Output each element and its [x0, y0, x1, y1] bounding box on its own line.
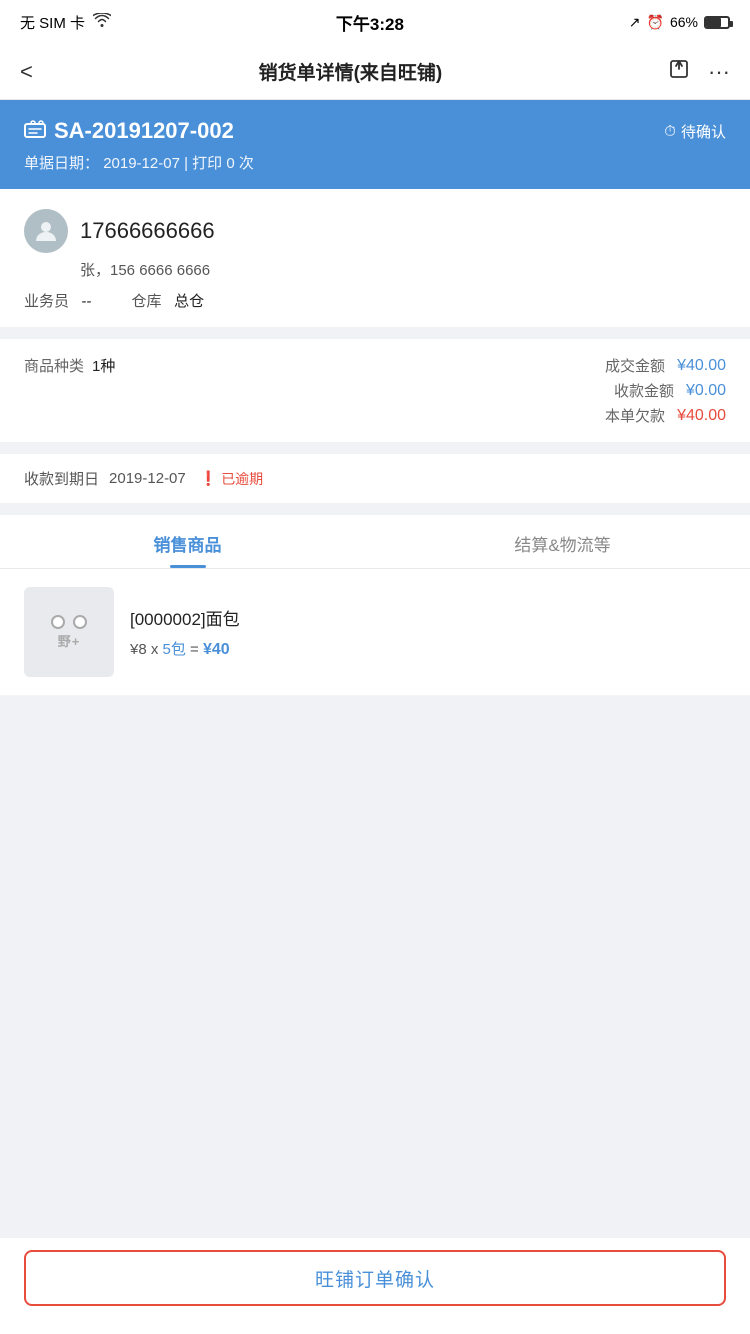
debt-label: 本单欠款: [605, 405, 665, 426]
products-list: 野+ [0000002]面包 ¥8 x 5包 = ¥40: [0, 569, 750, 696]
product-logo: 野+: [39, 607, 99, 657]
confirm-order-button[interactable]: 旺铺订单确认: [24, 1250, 726, 1306]
summary-card: 商品种类 1种 成交金额 ¥40.00 收款金额 ¥0.00 本单欠款 ¥40.…: [0, 339, 750, 442]
share-button[interactable]: [668, 58, 690, 86]
due-date-card: 收款到期日 2019-12-07 ❗ 已逾期: [0, 454, 750, 503]
clock-icon: ⏱: [664, 123, 676, 140]
received-row: 收款金额 ¥0.00: [614, 380, 726, 401]
summary-amounts: 成交金额 ¥40.00 收款金额 ¥0.00 本单欠款 ¥40.00: [605, 355, 726, 426]
logo-text: 野+: [58, 631, 81, 650]
due-label: 收款到期日: [24, 468, 99, 489]
bottom-bar: 旺铺订单确认: [0, 1238, 750, 1334]
avatar: [24, 209, 68, 253]
tab-settlement[interactable]: 结算&物流等: [375, 515, 750, 568]
customer-phone-row: 17666666666: [24, 209, 726, 253]
date-label: 单据日期：: [24, 155, 99, 172]
battery-icon: [704, 16, 730, 29]
amount-value: ¥40.00: [677, 357, 726, 375]
customer-phone: 17666666666: [80, 218, 215, 244]
tab-products[interactable]: 销售商品: [0, 515, 375, 568]
status-time: 下午3:28: [336, 10, 404, 35]
nav-actions: ···: [668, 58, 730, 86]
warn-icon: ❗: [200, 470, 217, 487]
product-price-row: ¥8 x 5包 = ¥40: [130, 638, 726, 659]
back-button[interactable]: <: [20, 59, 33, 85]
overdue-text: 已逾期: [221, 469, 263, 489]
debt-value: ¥40.00: [677, 407, 726, 425]
logo-eye-left: [51, 615, 65, 629]
nav-bar: < 销货单详情(来自旺铺) ···: [0, 44, 750, 100]
customer-sub-info: 张，156 6666 6666: [80, 259, 726, 280]
warehouse-label: 仓库 总仓: [132, 290, 205, 311]
equals-sign: =: [186, 641, 203, 658]
warehouse-value: 总仓: [174, 293, 204, 310]
sales-label: 业务员 --: [24, 290, 92, 311]
page-title: 销货单详情(来自旺铺): [259, 58, 443, 85]
product-name: [0000002]面包: [130, 605, 726, 630]
customer-card: 17666666666 张，156 6666 6666 业务员 -- 仓库 总仓: [0, 189, 750, 327]
tabs-container: 销售商品 结算&物流等: [0, 515, 750, 569]
table-row: 野+ [0000002]面包 ¥8 x 5包 = ¥40: [0, 569, 750, 696]
status-right: ↗ ⏰ 66%: [629, 14, 730, 31]
multiply-sign: x: [151, 641, 163, 658]
overdue-badge: ❗ 已逾期: [200, 469, 263, 489]
debt-row: 本单欠款 ¥40.00: [605, 405, 726, 426]
battery-percent: 66%: [670, 14, 698, 30]
customer-meta: 业务员 -- 仓库 总仓: [24, 290, 726, 311]
product-thumbnail: 野+: [24, 587, 114, 677]
summary-type: 商品种类 1种: [24, 355, 115, 376]
received-label: 收款金额: [614, 380, 674, 401]
order-icon: [24, 118, 46, 144]
status-left: 无 SIM 卡: [20, 12, 111, 33]
order-number-row: SA-20191207-002: [24, 118, 234, 144]
product-info: [0000002]面包 ¥8 x 5包 = ¥40: [130, 605, 726, 659]
status-bar: 无 SIM 卡 下午3:28 ↗ ⏰ 66%: [0, 0, 750, 44]
amount-label: 成交金额: [605, 355, 665, 376]
print-info: | 打印 0 次: [184, 155, 254, 172]
order-number-text: SA-20191207-002: [54, 118, 234, 144]
received-value: ¥0.00: [686, 382, 726, 400]
order-date: 2019-12-07: [103, 155, 180, 172]
unit-price: ¥8: [130, 641, 147, 658]
carrier-text: 无 SIM 卡: [20, 12, 85, 33]
due-date-value: 2019-12-07: [109, 470, 186, 487]
total-price: ¥40: [203, 641, 230, 658]
more-button[interactable]: ···: [708, 59, 730, 85]
order-status-text: 待确认: [681, 121, 726, 142]
logo-eyes: [51, 615, 87, 629]
type-value: 1种: [92, 355, 115, 376]
empty-area: [0, 696, 750, 896]
order-header-card: SA-20191207-002 ⏱ 待确认 单据日期： 2019-12-07 |…: [0, 100, 750, 189]
amount-row: 成交金额 ¥40.00: [605, 355, 726, 376]
alarm-icon: ⏰: [647, 14, 664, 31]
quantity: 5包: [163, 641, 186, 658]
order-status-badge: ⏱ 待确认: [664, 121, 726, 142]
order-date-row: 单据日期： 2019-12-07 | 打印 0 次: [24, 152, 726, 173]
type-label: 商品种类: [24, 355, 84, 376]
logo-eye-right: [73, 615, 87, 629]
sales-value: --: [82, 293, 92, 310]
location-icon: ↗: [629, 14, 641, 31]
wifi-icon: [93, 13, 111, 31]
